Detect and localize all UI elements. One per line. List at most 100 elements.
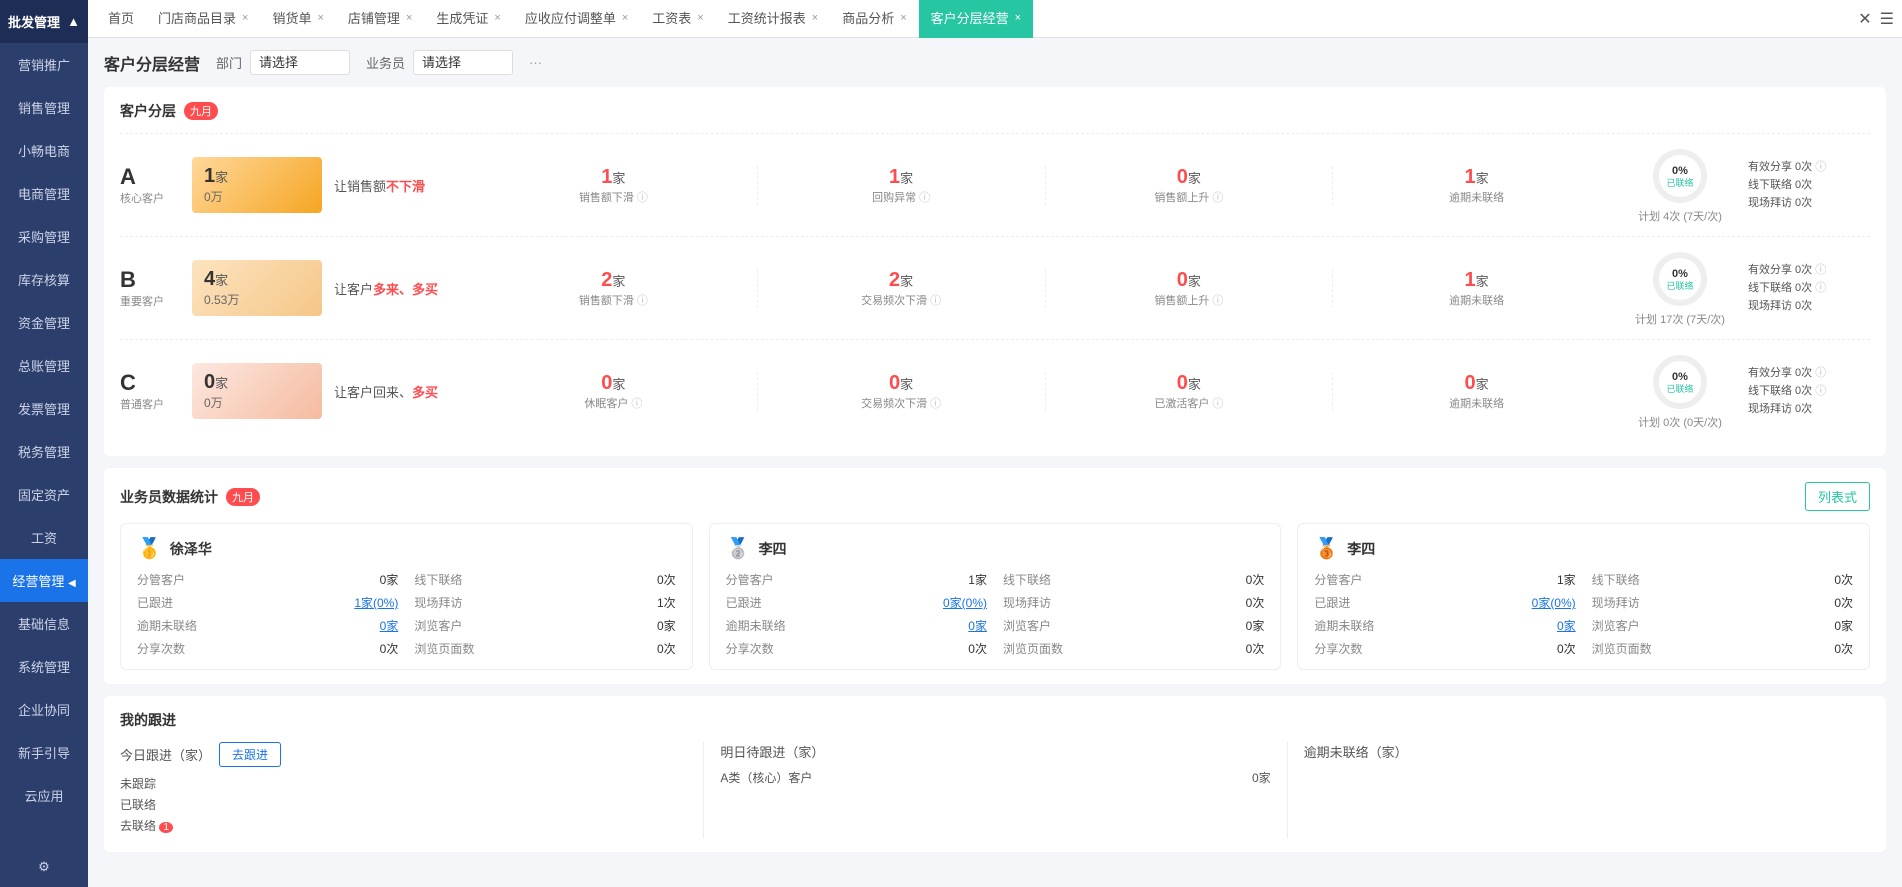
sidebar-item-collab[interactable]: 企业协同	[0, 688, 88, 731]
tab-close-sales-order[interactable]: ×	[317, 12, 323, 24]
tab-close-payroll-report[interactable]: ×	[812, 12, 818, 24]
biz-cards-grid: 🥇 徐泽华 分管客户 0家 线下联络 0次 已跟进	[120, 523, 1870, 670]
tab-close-voucher[interactable]: ×	[494, 12, 500, 24]
tier-a-metric-1: 1家 销售额下滑 ⓘ	[470, 166, 757, 205]
biz-name-2: 李四	[759, 539, 787, 559]
sidebar-settings[interactable]: ⚙	[0, 847, 88, 887]
tier-c-name: 普通客户	[120, 396, 180, 412]
sidebar-item-payroll[interactable]: 工资	[0, 516, 88, 559]
tier-b-letter: B	[120, 267, 180, 293]
tab-home[interactable]: 首页	[96, 0, 146, 38]
tier-a-count-box: 1家 0万	[192, 157, 322, 213]
tier-a-metric-2: 1家 回购异常 ⓘ	[757, 166, 1045, 205]
tier-b-metric-2: 2家 交易频次下滑 ⓘ	[757, 269, 1045, 308]
sidebar-item-invoice[interactable]: 发票管理	[0, 387, 88, 430]
followup-today-row-3: 去联络 1	[120, 817, 687, 834]
sidebar-item-ledger[interactable]: 总账管理	[0, 344, 88, 387]
tier-b-circle-sub[interactable]: 计划 17次 (7天/次)	[1635, 311, 1725, 327]
customer-tier-title: 客户分层	[120, 101, 176, 121]
sidebar-item-procurement[interactable]: 采购管理	[0, 215, 88, 258]
sidebar-collapse-icon[interactable]: ▲	[67, 14, 80, 29]
sidebar-item-tax[interactable]: 税务管理	[0, 430, 88, 473]
sidebar-item-sales[interactable]: 销售管理	[0, 86, 88, 129]
sidebar-item-guide[interactable]: 新手引导	[0, 731, 88, 774]
salesperson-filter: 业务员 请选择	[366, 50, 513, 75]
tier-a-label: A 核心客户	[120, 164, 180, 206]
biz-stat-线下联络-2: 线下联络 0次	[1003, 571, 1264, 588]
sidebar-item-assets[interactable]: 固定资产	[0, 473, 88, 516]
tab-payroll-table[interactable]: 工资表 ×	[640, 0, 715, 38]
followup-tomorrow-title: 明日待跟进（家）	[720, 742, 1270, 761]
tier-a-metric-4: 1家 逾期未联络	[1332, 166, 1620, 205]
tab-store-products[interactable]: 门店商品目录 ×	[146, 0, 260, 38]
tab-menu-icon[interactable]: ☰	[1880, 9, 1894, 29]
biz-stat-分管客户-3: 分管客户 1家	[1314, 571, 1575, 588]
tier-c-row: C 普通客户 0家 0万 让客户回来、多买 0家 休眠客户 ⓘ	[120, 339, 1870, 442]
sidebar-item-inventory[interactable]: 库存核算	[0, 258, 88, 301]
tab-close-customer-tier[interactable]: ×	[1015, 12, 1021, 24]
biz-stat-分管客户-2: 分管客户 1家	[726, 571, 987, 588]
tier-b-metrics: 2家 销售额下滑 ⓘ 2家 交易频次下滑 ⓘ 0家 销售额上升 ⓘ 1家 逾期未…	[470, 269, 1620, 308]
tab-close-ar-ap[interactable]: ×	[622, 12, 628, 24]
biz-stat-线下联络-1: 线下联络 0次	[414, 571, 675, 588]
followup-today-row-2: 已联络	[120, 796, 687, 813]
goto-followup-button[interactable]: 去跟进	[219, 742, 281, 767]
tier-c-metric-2: 0家 交易频次下滑 ⓘ	[757, 372, 1045, 411]
tab-close-shop-manage[interactable]: ×	[406, 12, 412, 24]
tab-customer-tier[interactable]: 客户分层经营 ×	[919, 0, 1033, 38]
sidebar-item-cloud[interactable]: 云应用	[0, 774, 88, 817]
sidebar-item-marketing[interactable]: 营销推广	[0, 43, 88, 86]
tab-close-store-products[interactable]: ×	[242, 12, 248, 24]
sidebar-item-basic-info[interactable]: 基础信息	[0, 602, 88, 645]
tab-close-product-analysis[interactable]: ×	[900, 12, 906, 24]
sidebar-item-ecommerce[interactable]: 电商管理	[0, 172, 88, 215]
biz-card-2-header: 🥈 李四	[726, 536, 1265, 561]
tab-close-all-icon[interactable]: ✕	[1858, 9, 1871, 29]
biz-card-1: 🥇 徐泽华 分管客户 0家 线下联络 0次 已跟进	[120, 523, 693, 670]
biz-card-2: 🥈 李四 分管客户 1家 线下联络 0次 已跟进	[709, 523, 1282, 670]
sidebar-item-operations[interactable]: 经营管理 ◀	[0, 559, 88, 602]
tier-a-amount: 0万	[204, 188, 310, 205]
sidebar-item-system[interactable]: 系统管理	[0, 645, 88, 688]
more-options-icon[interactable]: ···	[529, 55, 542, 70]
salesperson-label: 业务员	[366, 53, 405, 72]
tier-a-metrics: 1家 销售额下滑 ⓘ 1家 回购异常 ⓘ 0家 销售额上升 ⓘ 1家 逾期未联络	[470, 166, 1620, 205]
salesperson-select[interactable]: 请选择	[413, 50, 513, 75]
tier-a-circle: 0% 已联络 计划 4次 (7天/次)	[1620, 146, 1740, 224]
tier-a-circle-sub[interactable]: 计划 4次 (7天/次)	[1638, 208, 1722, 224]
tier-c-circle: 0% 已联络 计划 0次 (0天/次)	[1620, 352, 1740, 430]
tier-c-metric-3: 0家 已激活客户 ⓘ	[1045, 372, 1333, 411]
medal-bronze-icon: 🥉	[1314, 536, 1339, 561]
followup-col-overdue: 逾期未联络（家）	[1287, 742, 1870, 838]
followup-today-row-1: 未跟踪	[120, 775, 687, 792]
dept-select[interactable]: 请选择	[250, 50, 350, 75]
tab-voucher[interactable]: 生成凭证 ×	[424, 0, 512, 38]
sidebar-header[interactable]: 批发管理 ▲	[0, 0, 88, 43]
biz-stat-逾期未联络-2: 逾期未联络 0家	[726, 617, 987, 634]
tier-a-suggestion: 让销售额不下滑	[334, 176, 454, 195]
tab-close-payroll-table[interactable]: ×	[697, 12, 703, 24]
tier-b-metric-4: 1家 逾期未联络	[1332, 269, 1620, 308]
biz-stats-section: 业务员数据统计 九月 列表式 🥇 徐泽华 分管客户 0家	[104, 468, 1886, 684]
followup-grid: 今日跟进（家） 去跟进 未跟踪 已联络 去联络 1 明日待跟进（家）	[120, 742, 1870, 838]
svg-text:已联络: 已联络	[1666, 280, 1693, 291]
biz-stats-month: 九月	[226, 488, 260, 506]
svg-text:0%: 0%	[1672, 268, 1688, 280]
tab-payroll-report[interactable]: 工资统计报表 ×	[716, 0, 830, 38]
tab-shop-manage[interactable]: 店铺管理 ×	[336, 0, 424, 38]
tier-c-metric-4: 0家 逾期未联络	[1332, 372, 1620, 411]
tab-sales-order[interactable]: 销货单 ×	[260, 0, 335, 38]
page-header: 客户分层经营 部门 请选择 业务员 请选择 ···	[104, 50, 1886, 75]
svg-text:0%: 0%	[1672, 165, 1688, 177]
biz-card-2-stats: 分管客户 1家 线下联络 0次 已跟进 0家(0%) 现场拜访	[726, 571, 1265, 657]
tab-bar-end: ✕ ☰	[1858, 9, 1894, 29]
tab-product-analysis[interactable]: 商品分析 ×	[830, 0, 918, 38]
tier-c-circle-sub[interactable]: 计划 0次 (0天/次)	[1638, 414, 1722, 430]
followup-tomorrow-row-1: A类（核心）客户 0家	[720, 769, 1270, 786]
sidebar-item-finance[interactable]: 资金管理	[0, 301, 88, 344]
biz-card-1-header: 🥇 徐泽华	[137, 536, 676, 561]
sidebar-item-ecommerce-small[interactable]: 小畅电商	[0, 129, 88, 172]
list-view-button[interactable]: 列表式	[1805, 482, 1870, 511]
tab-ar-ap[interactable]: 应收应付调整单 ×	[513, 0, 640, 38]
sidebar: 批发管理 ▲ 营销推广 销售管理 小畅电商 电商管理 采购管理 库存核算 资金管…	[0, 0, 88, 887]
